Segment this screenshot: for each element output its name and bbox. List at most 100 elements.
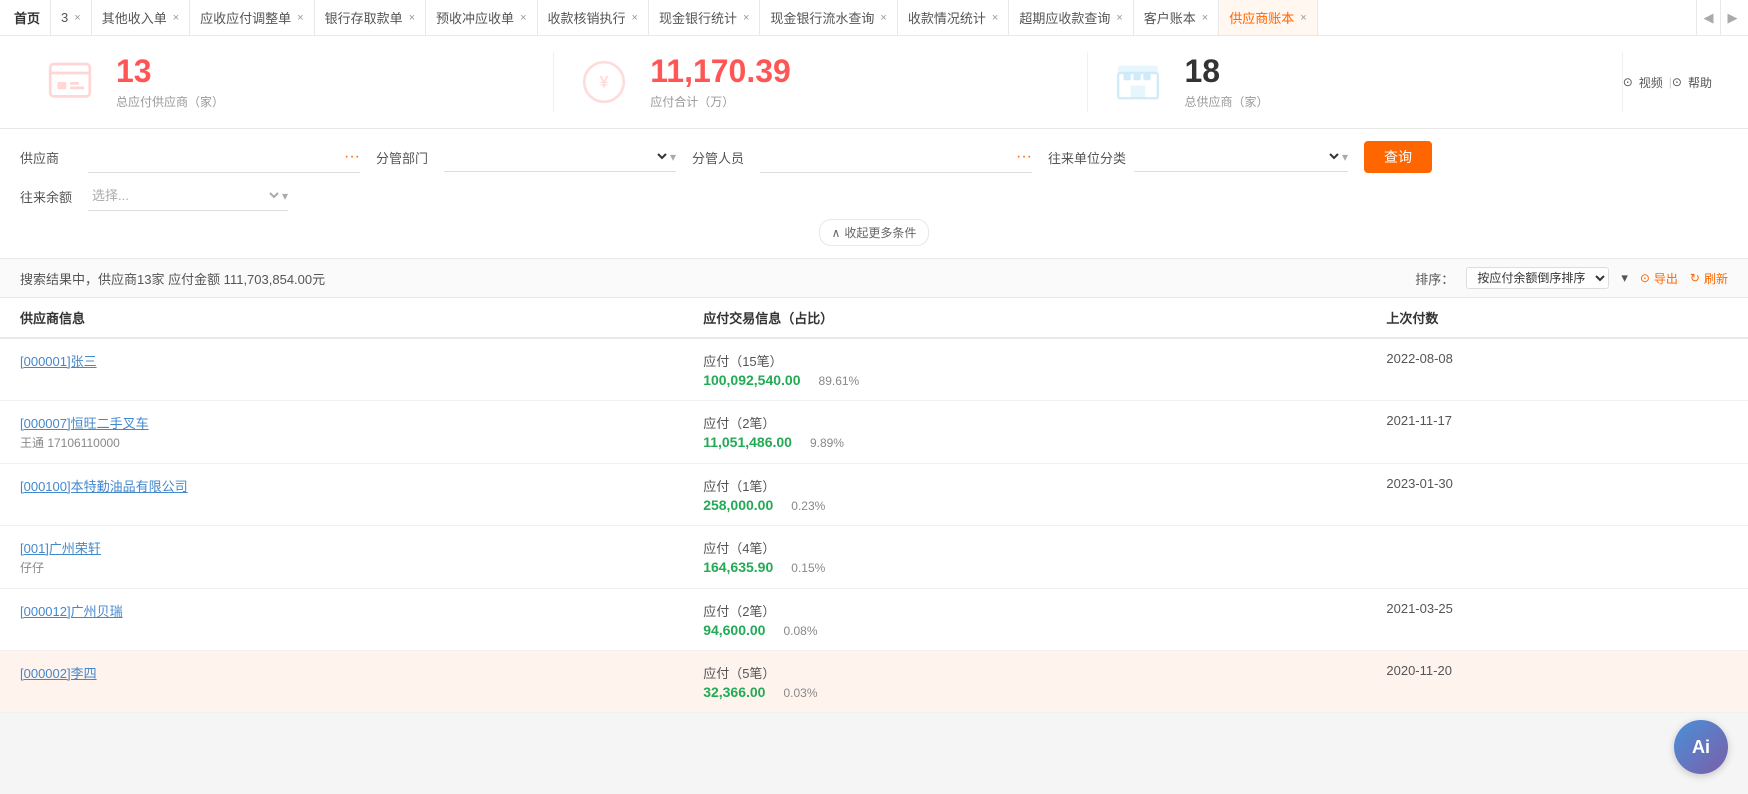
top-nav: 首页 3 × 其他收入单 × 应收应付调整单 × 银行存取款单 × 预收冲应收单… — [0, 0, 1748, 36]
table-row: [000007]恒旺二手叉车 王通 17106110000 应付（2笔） 11,… — [0, 401, 1748, 464]
category-select[interactable] — [1134, 148, 1342, 165]
card3-content: 18 总供应商（家） — [1184, 54, 1268, 110]
dept-select[interactable] — [444, 148, 670, 165]
close-icon[interactable]: × — [1116, 12, 1122, 24]
nav-tab-bank[interactable]: 银行存取款单 × — [315, 0, 426, 36]
trans-label-6: 应付（5笔） — [703, 663, 1386, 682]
nav-tab-recstat-label: 收款情况统计 — [908, 8, 986, 27]
nav-tab-supplierbook-label: 供应商账本 — [1229, 8, 1294, 27]
nav-prev-button[interactable]: ◀ — [1696, 0, 1720, 36]
export-button[interactable]: ⊙ 导出 — [1640, 270, 1678, 287]
nav-tab-precharge[interactable]: 预收冲应收单 × — [426, 0, 537, 36]
balance-select[interactable]: 选择... — [88, 187, 282, 204]
supplier-name-4[interactable]: [001]广州荣轩 — [20, 538, 703, 557]
nav-tab-home-label: 首页 — [14, 8, 40, 27]
supplier-name-5[interactable]: [000012]广州贝瑞 — [20, 601, 703, 620]
summary-card-payable-suppliers: 13 总应付供应商（家） — [20, 52, 554, 112]
nav-tab-adjust[interactable]: 应收应付调整单 × — [190, 0, 314, 36]
trans-amount-1[interactable]: 100,092,540.00 — [703, 372, 800, 388]
card2-content: 11,170.39 应付合计（万） — [650, 54, 791, 110]
transaction-info-4: 应付（4笔） 164,635.90 0.15% — [703, 538, 1386, 575]
supplier-name-6[interactable]: [000002]李四 — [20, 663, 703, 682]
transaction-info-5: 应付（2笔） 94,600.00 0.08% — [703, 601, 1386, 638]
trans-label-1: 应付（15笔） — [703, 351, 1386, 370]
supplier-info-1: [000001]张三 — [20, 351, 703, 370]
supplier-input[interactable] — [88, 142, 344, 172]
close-icon[interactable]: × — [74, 12, 80, 24]
nav-next-button[interactable]: ▶ — [1720, 0, 1744, 36]
collapse-button[interactable]: ∧ 收起更多条件 — [819, 219, 930, 246]
nav-tab-recstat[interactable]: 收款情况统计 × — [898, 0, 1009, 36]
nav-tab-overdue[interactable]: 超期应收款查询 × — [1009, 0, 1133, 36]
trans-label-4: 应付（4笔） — [703, 538, 1386, 557]
sort-select[interactable]: 按应付余额倒序排序 — [1466, 267, 1609, 289]
nav-tab-cashstat[interactable]: 现金银行统计 × — [649, 0, 760, 36]
person-input[interactable] — [760, 142, 1016, 172]
balance-chevron-icon: ▾ — [282, 189, 288, 203]
trans-amount-4[interactable]: 164,635.90 — [703, 559, 773, 575]
trans-row-2: 11,051,486.00 9.89% — [703, 434, 1386, 450]
summary-card-total-suppliers: 18 总供应商（家） — [1088, 52, 1622, 112]
nav-tab-3[interactable]: 3 × — [51, 0, 92, 36]
close-icon[interactable]: × — [297, 12, 303, 24]
nav-tab-home[interactable]: 首页 — [4, 0, 51, 36]
supplier-dots-icon[interactable]: ··· — [344, 148, 360, 166]
person-dots-icon[interactable]: ··· — [1016, 148, 1032, 166]
nav-tab-custbook[interactable]: 客户账本 × — [1134, 0, 1219, 36]
close-icon[interactable]: × — [632, 12, 638, 24]
supplier-name-2[interactable]: [000007]恒旺二手叉车 — [20, 413, 703, 432]
nav-tab-verify[interactable]: 收款核销执行 × — [538, 0, 649, 36]
trans-amount-5[interactable]: 94,600.00 — [703, 622, 765, 638]
transaction-info-2: 应付（2笔） 11,051,486.00 9.89% — [703, 413, 1386, 450]
col-header-supplier: 供应商信息 — [20, 308, 703, 327]
filter-person: 分管人员 ··· — [692, 142, 1032, 173]
card1-label: 总应付供应商（家） — [116, 93, 224, 110]
supplier-sub-4: 仔仔 — [20, 559, 703, 576]
trans-percent-6: 0.03% — [783, 686, 817, 700]
nav-tab-cashquery[interactable]: 现金银行流水查询 × — [760, 0, 897, 36]
dept-select-wrap[interactable]: ▾ — [444, 142, 676, 172]
close-icon[interactable]: × — [409, 12, 415, 24]
trans-label-2: 应付（2笔） — [703, 413, 1386, 432]
supplier-name-3[interactable]: [000100]本特勤油品有限公司 — [20, 476, 703, 495]
trans-label-3: 应付（1笔） — [703, 476, 1386, 495]
close-icon[interactable]: × — [1202, 12, 1208, 24]
table-row: [000001]张三 应付（15笔） 100,092,540.00 89.61%… — [0, 339, 1748, 401]
svg-text:¥: ¥ — [600, 73, 609, 91]
filter-row-1: 供应商 ··· 分管部门 ▾ 分管人员 ··· — [20, 141, 1728, 173]
nav-tab-bank-label: 银行存取款单 — [325, 8, 403, 27]
last-pay-6: 2020-11-20 — [1386, 663, 1728, 678]
help-link[interactable]: 帮助 — [1688, 74, 1712, 91]
category-select-wrap[interactable]: ▾ — [1134, 142, 1348, 172]
balance-select-wrap[interactable]: 选择... ▾ — [88, 181, 288, 211]
search-button[interactable]: 查询 — [1364, 141, 1432, 173]
nav-tab-custbook-label: 客户账本 — [1144, 8, 1196, 27]
close-icon[interactable]: × — [743, 12, 749, 24]
trans-amount-6[interactable]: 32,366.00 — [703, 684, 765, 700]
close-icon[interactable]: × — [880, 12, 886, 24]
close-icon[interactable]: × — [173, 12, 179, 24]
trans-percent-4: 0.15% — [791, 561, 825, 575]
ai-assistant-button[interactable]: Ai — [1674, 720, 1728, 774]
close-icon[interactable]: × — [992, 12, 998, 24]
last-pay-2: 2021-11-17 — [1386, 413, 1728, 428]
close-icon[interactable]: × — [1300, 12, 1306, 24]
supplier-info-3: [000100]本特勤油品有限公司 — [20, 476, 703, 495]
last-pay-date-3: 2023-01-30 — [1386, 476, 1453, 491]
supplier-name-1[interactable]: [000001]张三 — [20, 351, 703, 370]
total-supplier-icon — [1108, 52, 1168, 112]
last-pay-date-2: 2021-11-17 — [1386, 413, 1452, 428]
card3-number: 18 — [1184, 54, 1268, 89]
trans-amount-3[interactable]: 258,000.00 — [703, 497, 773, 513]
nav-tab-income[interactable]: 其他收入单 × — [92, 0, 190, 36]
nav-tab-supplierbook[interactable]: 供应商账本 × — [1219, 0, 1317, 36]
table-header: 供应商信息 应付交易信息（占比） 上次付数 — [0, 298, 1748, 339]
collapse-bar: ∧ 收起更多条件 — [20, 219, 1728, 246]
refresh-button[interactable]: ↻ 刷新 — [1690, 270, 1728, 287]
supplier-filter-label: 供应商 — [20, 148, 80, 167]
video-link[interactable]: 视频 — [1639, 74, 1663, 91]
trans-amount-2[interactable]: 11,051,486.00 — [703, 434, 792, 450]
last-pay-5: 2021-03-25 — [1386, 601, 1728, 616]
nav-tab-adjust-label: 应收应付调整单 — [200, 8, 291, 27]
close-icon[interactable]: × — [520, 12, 526, 24]
